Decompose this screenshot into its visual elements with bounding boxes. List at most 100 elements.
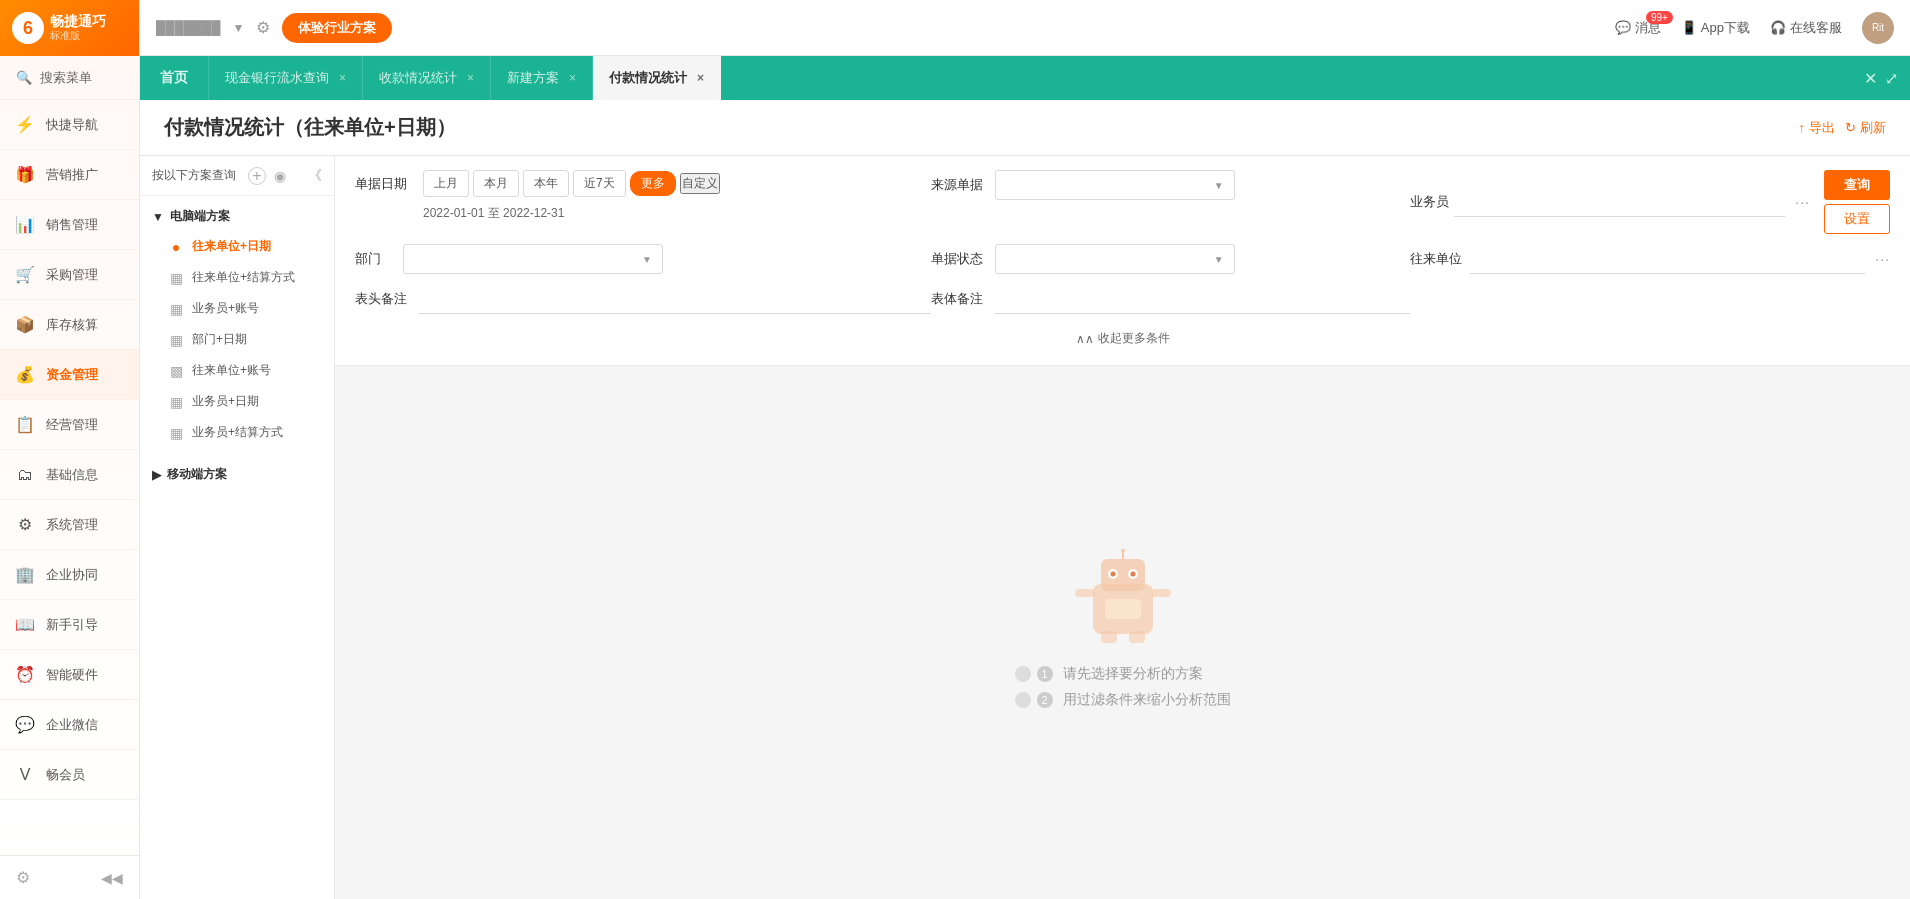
partner-dots[interactable]: ···: [1875, 251, 1890, 267]
service-icon: 🎧: [1770, 20, 1786, 35]
tabs-bar: 首页 现金银行流水查询 × 收款情况统计 × 新建方案 × 付款情况统计 × ✕…: [140, 56, 1910, 100]
body-note-input[interactable]: [995, 284, 1411, 314]
sidebar-item-hardware[interactable]: ⏰ 智能硬件: [0, 650, 139, 700]
query-setting-btns: 查询 设置: [1824, 170, 1890, 234]
date-btn-this-month[interactable]: 本月: [473, 170, 519, 197]
salesperson-input-area[interactable]: [1454, 187, 1785, 217]
scheme-add-icon[interactable]: +: [248, 167, 266, 185]
partner-input-area[interactable]: [1470, 244, 1865, 274]
tab-home[interactable]: 首页: [140, 56, 209, 100]
sidebar-item-system[interactable]: ⚙ 系统管理: [0, 500, 139, 550]
scheme-item-partner-date[interactable]: ● 往来单位+日期: [140, 231, 334, 262]
setting-button[interactable]: 设置: [1824, 204, 1890, 234]
sidebar-footer-settings-icon[interactable]: ⚙: [16, 868, 30, 887]
topbar-online-service[interactable]: 🎧 在线客服: [1770, 19, 1842, 37]
tab-bank-flow[interactable]: 现金银行流水查询 ×: [209, 56, 363, 100]
sidebar-item-purchase[interactable]: 🛒 采购管理: [0, 250, 139, 300]
section-arrow-right-icon: ▶: [152, 468, 161, 482]
dept-select[interactable]: ▼: [403, 244, 663, 274]
sidebar-item-sales[interactable]: 📊 销售管理: [0, 200, 139, 250]
scheme-section-mobile-title[interactable]: ▶ 移动端方案: [140, 460, 334, 489]
topbar-arrow-icon[interactable]: ▼: [232, 21, 244, 35]
empty-illustration: 1 请先选择要分析的方案 2 用过滤条件来缩小分析范围: [1015, 549, 1231, 717]
tab-receipt-stat[interactable]: 收款情况统计 ×: [363, 56, 491, 100]
date-btn-last-7[interactable]: 近7天: [573, 170, 626, 197]
empty-text-list: 1 请先选择要分析的方案 2 用过滤条件来缩小分析范围: [1015, 665, 1231, 717]
sidebar-subtitle: 标准版: [50, 29, 106, 43]
date-btn-this-year[interactable]: 本年: [523, 170, 569, 197]
tab-receipt-stat-close[interactable]: ×: [467, 71, 474, 85]
source-select[interactable]: ▼: [995, 170, 1235, 200]
tab-close-all-icon[interactable]: ✕: [1864, 69, 1877, 88]
topbar-gear-icon[interactable]: ⚙: [256, 18, 270, 37]
date-buttons-row: 上月 本月 本年 近7天 更多 自定义: [423, 170, 720, 197]
date-range-text: 2022-01-01 至 2022-12-31: [423, 205, 720, 222]
finance-icon: 💰: [14, 364, 36, 386]
scheme-item-staff-account[interactable]: ▦ 业务员+账号: [140, 293, 334, 324]
export-button[interactable]: ↑ 导出: [1799, 119, 1836, 137]
tab-expand-icon[interactable]: ⤢: [1885, 69, 1898, 88]
scheme-item-partner-settle[interactable]: ▦ 往来单位+结算方式: [140, 262, 334, 293]
tab-new-scheme-close[interactable]: ×: [569, 71, 576, 85]
scheme-item-label: 往来单位+日期: [192, 238, 271, 255]
scheme-item-staff-date[interactable]: ▦ 业务员+日期: [140, 386, 334, 417]
trial-button[interactable]: 体验行业方案: [282, 13, 392, 43]
topbar-app-download[interactable]: 📱 App下载: [1681, 19, 1750, 37]
sidebar-item-guide[interactable]: 📖 新手引导: [0, 600, 139, 650]
page-title: 付款情况统计（往来单位+日期）: [164, 114, 456, 155]
svg-rect-11: [1129, 631, 1145, 643]
left-panel-collapse-icon[interactable]: 《: [308, 167, 322, 185]
topbar-message[interactable]: 💬 消息 99+: [1615, 19, 1661, 37]
salesperson-dots[interactable]: ···: [1795, 194, 1810, 210]
date-btn-more[interactable]: 更多: [630, 171, 676, 196]
tab-payment-stat[interactable]: 付款情况统计 ×: [593, 56, 721, 100]
tab-payment-stat-close[interactable]: ×: [697, 71, 704, 85]
doc-status-arrow-icon: ▼: [1214, 254, 1224, 265]
sidebar-item-inventory[interactable]: 📦 库存核算: [0, 300, 139, 350]
date-btn-last-month[interactable]: 上月: [423, 170, 469, 197]
sidebar-item-wechat[interactable]: 💬 企业微信: [0, 700, 139, 750]
empty-tip-1: 1 请先选择要分析的方案: [1015, 665, 1231, 683]
sidebar-item-label: 快捷导航: [46, 116, 98, 134]
sidebar-title-wrap: 畅捷通巧 标准版: [50, 13, 106, 44]
filter-row-2: 部门 ▼ 单据状态 ▼: [355, 244, 1890, 274]
scheme-section-desktop-title[interactable]: ▼ 电脑端方案: [140, 202, 334, 231]
sidebar-item-member[interactable]: V 畅会员: [0, 750, 139, 800]
collapse-more-label: 收起更多条件: [1098, 330, 1170, 347]
search-icon: 🔍: [16, 70, 32, 85]
sidebar-item-finance[interactable]: 💰 资金管理: [0, 350, 139, 400]
hardware-icon: ⏰: [14, 664, 36, 686]
sidebar-item-marketing[interactable]: 🎁 营销推广: [0, 150, 139, 200]
scheme-item-icon: ▦: [168, 425, 184, 441]
sidebar-item-quick-nav[interactable]: ⚡ 快捷导航: [0, 100, 139, 150]
scheme-item-icon: ▦: [168, 270, 184, 286]
query-button[interactable]: 查询: [1824, 170, 1890, 200]
filter-docstatus-group: 单据状态 ▼: [931, 244, 1411, 274]
scheme-item-partner-account[interactable]: ▩ 往来单位+账号: [140, 355, 334, 386]
tab-new-scheme[interactable]: 新建方案 ×: [491, 56, 593, 100]
refresh-button[interactable]: ↻ 刷新: [1845, 119, 1886, 137]
message-badge: 99+: [1646, 11, 1673, 24]
scheme-settings-icon[interactable]: ◉: [274, 168, 286, 184]
sidebar-item-basic-info[interactable]: 🗂 基础信息: [0, 450, 139, 500]
body-split: 按以下方案查询 + ◉ 《 ▼ 电脑端方案 ● 往来单位+日期: [140, 156, 1910, 899]
sidebar-search[interactable]: 🔍 搜索菜单: [0, 56, 139, 100]
filter-row-1: 单据日期 上月 本月 本年 近7天 更多 自定义 20: [355, 170, 1890, 234]
scheme-item-staff-settle[interactable]: ▦ 业务员+结算方式: [140, 417, 334, 448]
sidebar-item-enterprise[interactable]: 🏢 企业协同: [0, 550, 139, 600]
filter-header-note-group: 表头备注: [355, 284, 931, 314]
tab-bank-flow-close[interactable]: ×: [339, 71, 346, 85]
right-panel: 单据日期 上月 本月 本年 近7天 更多 自定义 20: [335, 156, 1910, 899]
topbar-user-avatar[interactable]: Rit: [1862, 12, 1894, 44]
scheme-item-dept-date[interactable]: ▦ 部门+日期: [140, 324, 334, 355]
collapse-more-button[interactable]: ∧∧ 收起更多条件: [355, 322, 1890, 351]
topbar-org-name[interactable]: ███████: [156, 20, 220, 35]
date-btn-custom[interactable]: 自定义: [680, 173, 720, 194]
header-note-input[interactable]: [419, 284, 931, 314]
sidebar-footer-collapse-icon[interactable]: ◀◀: [101, 870, 123, 886]
wechat-icon: 💬: [14, 714, 36, 736]
doc-status-select[interactable]: ▼: [995, 244, 1235, 274]
sidebar-item-operation[interactable]: 📋 经营管理: [0, 400, 139, 450]
filter-body-note-group: 表体备注: [931, 284, 1411, 314]
tab-receipt-stat-label: 收款情况统计: [379, 69, 457, 87]
